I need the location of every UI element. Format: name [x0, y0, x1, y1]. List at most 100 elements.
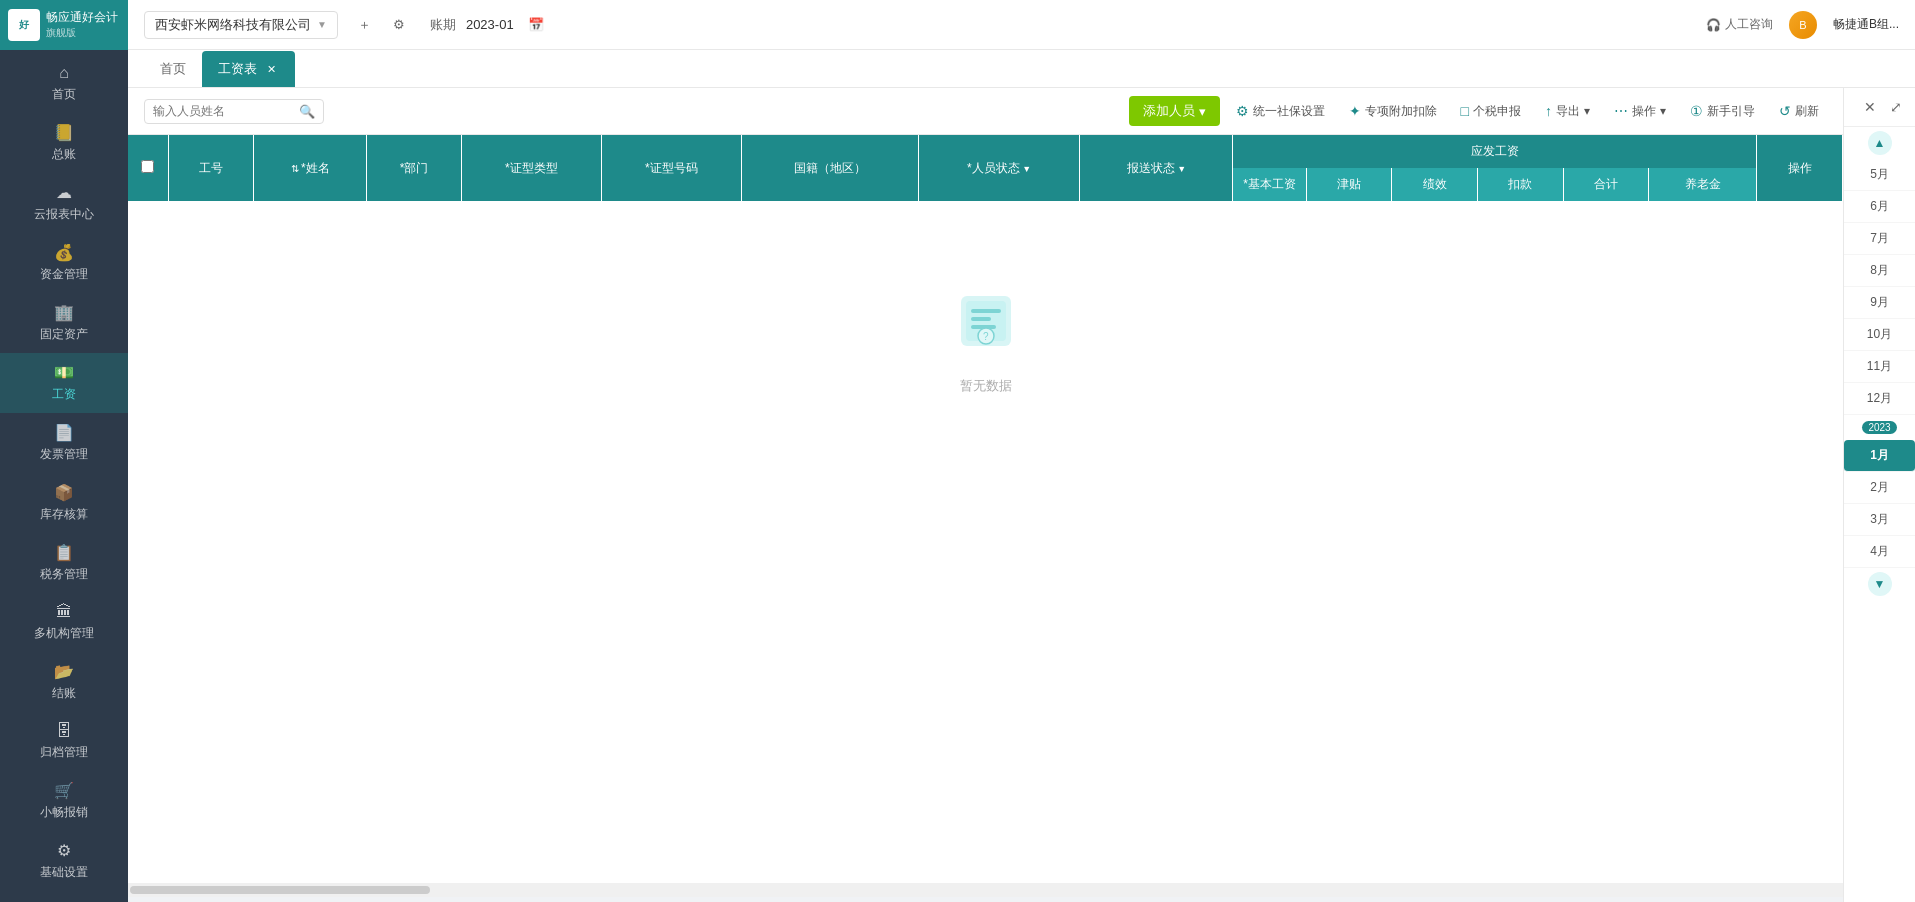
add-company-button[interactable]: ＋ [352, 12, 378, 38]
svg-text:?: ? [983, 331, 989, 342]
guide-button[interactable]: ① 新手引导 [1682, 99, 1763, 124]
current-year-badge: 2023 [1862, 421, 1896, 434]
date-item-2[interactable]: 2月 [1844, 472, 1915, 504]
th-id-num: *证型号码 [601, 135, 741, 201]
date-item-8[interactable]: 8月 [1844, 255, 1915, 287]
sidebar-item-固定资产[interactable]: 🏢 固定资产 [0, 293, 128, 353]
nav-icon: ⚙ [57, 841, 71, 860]
sidebar-item-结账[interactable]: 📂 结账 [0, 652, 128, 712]
guide-icon: ① [1690, 103, 1703, 119]
sidebar-item-基础设置[interactable]: ⚙ 基础设置 [0, 831, 128, 891]
logo-icon: 好 [8, 9, 40, 41]
operations-button[interactable]: ⋯ 操作 ▾ [1606, 99, 1674, 124]
date-down-button[interactable]: ▼ [1868, 572, 1892, 596]
tab-salary-label: 工资表 [218, 60, 257, 78]
settings-icon[interactable]: ⚙ [386, 12, 412, 38]
refresh-button[interactable]: ↺ 刷新 [1771, 99, 1827, 124]
th-report-status[interactable]: 报送状态 [1080, 135, 1233, 201]
sidebar-item-小畅报销[interactable]: 🛒 小畅报销 [0, 771, 128, 831]
search-wrap: 🔍 [144, 99, 324, 124]
sidebar-item-多机构管理[interactable]: 🏛 多机构管理 [0, 593, 128, 652]
tax-report-icon: □ [1461, 103, 1469, 119]
search-input[interactable] [153, 104, 293, 118]
nav-label: 小畅报销 [40, 804, 88, 821]
search-icon[interactable]: 🔍 [299, 104, 315, 119]
tabs-bar: 首页 工资表 ✕ [128, 50, 1915, 88]
app-version: 旗舰版 [46, 26, 118, 40]
nav-label: 结账 [52, 685, 76, 702]
nav-label: 发票管理 [40, 446, 88, 463]
sidebar: 好 畅应通好会计 旗舰版 ⌂ 首页 📒 总账 ☁ 云报表中心 💰 资金管理 🏢 … [0, 0, 128, 902]
sidebar-item-发票管理[interactable]: 📄 发票管理 [0, 413, 128, 473]
nav-label: 归档管理 [40, 744, 88, 761]
date-item-12[interactable]: 12月 [1844, 383, 1915, 415]
svg-rect-3 [971, 317, 991, 321]
sidebar-item-总账[interactable]: 📒 总账 [0, 113, 128, 173]
sidebar-item-资金管理[interactable]: 💰 资金管理 [0, 233, 128, 293]
nav-label: 总账 [52, 146, 76, 163]
scrollbar-thumb[interactable] [130, 886, 430, 894]
th-name[interactable]: *姓名 [254, 135, 367, 201]
nav-icon: 📒 [54, 123, 74, 142]
add-person-button[interactable]: 添加人员 ▾ [1129, 96, 1220, 126]
th-deduction: 扣款 [1478, 168, 1564, 201]
refresh-icon: ↺ [1779, 103, 1791, 119]
date-item-4[interactable]: 4月 [1844, 536, 1915, 568]
tab-home[interactable]: 首页 [144, 51, 202, 87]
operations-arrow-icon: ▾ [1660, 104, 1666, 118]
empty-state: ? 暂无数据 [128, 201, 1843, 475]
operations-icon: ⋯ [1614, 103, 1628, 119]
th-id: 工号 [168, 135, 254, 201]
nav-label: 基础设置 [40, 864, 88, 881]
date-item-6[interactable]: 6月 [1844, 191, 1915, 223]
social-security-settings-button[interactable]: ⚙ 统一社保设置 [1228, 99, 1333, 124]
sidebar-item-首页[interactable]: ⌂ 首页 [0, 54, 128, 113]
th-allowance: 津贴 [1306, 168, 1392, 201]
select-all-checkbox[interactable] [141, 160, 154, 173]
th-dept: *部门 [367, 135, 461, 201]
sidebar-item-税务管理[interactable]: 📋 税务管理 [0, 533, 128, 593]
salary-table: 工号 *姓名 *部门 *证型类型 *证型号码 国籍（地区） *人员状态 报送状态… [128, 135, 1843, 201]
horizontal-scrollbar[interactable] [128, 883, 1843, 897]
sidebar-item-新手引导[interactable]: 📖 新手引导 [0, 891, 128, 902]
date-up-button[interactable]: ▲ [1868, 131, 1892, 155]
tab-home-label: 首页 [160, 60, 186, 78]
date-item-3[interactable]: 3月 [1844, 504, 1915, 536]
service-button[interactable]: 🎧 人工咨询 [1706, 16, 1773, 33]
company-selector[interactable]: 西安虾米网络科技有限公司 ▼ [144, 11, 338, 39]
th-status[interactable]: *人员状态 [918, 135, 1080, 201]
nav-icon: ⌂ [59, 64, 69, 82]
app-header: 西安虾米网络科技有限公司 ▼ ＋ ⚙ 账期 2023-01 📅 🎧 人工咨询 B… [128, 0, 1915, 50]
sidebar-item-工资[interactable]: 💵 工资 [0, 353, 128, 413]
date-item-7[interactable]: 7月 [1844, 223, 1915, 255]
calendar-icon[interactable]: 📅 [528, 17, 544, 32]
special-deduction-button[interactable]: ✦ 专项附加扣除 [1341, 99, 1445, 124]
date-item-9[interactable]: 9月 [1844, 287, 1915, 319]
nav-icon: 🏢 [54, 303, 74, 322]
date-item-10[interactable]: 10月 [1844, 319, 1915, 351]
export-button[interactable]: ↑ 导出 ▾ [1537, 99, 1598, 124]
expand-panel-button[interactable]: ⤢ [1885, 96, 1907, 118]
date-item-11[interactable]: 11月 [1844, 351, 1915, 383]
table-scroll-area: 工号 *姓名 *部门 *证型类型 *证型号码 国籍（地区） *人员状态 报送状态… [128, 135, 1843, 897]
export-icon: ↑ [1545, 103, 1552, 119]
nav-label: 固定资产 [40, 326, 88, 343]
nav-icon: 💵 [54, 363, 74, 382]
app-logo: 好 畅应通好会计 旗舰版 [0, 0, 128, 50]
refresh-label: 刷新 [1795, 103, 1819, 120]
nav-icon: 🏛 [56, 603, 72, 621]
sidebar-item-归档管理[interactable]: 🗄 归档管理 [0, 712, 128, 771]
nav-label: 工资 [52, 386, 76, 403]
tab-salary[interactable]: 工资表 ✕ [202, 51, 295, 87]
th-nationality: 国籍（地区） [741, 135, 918, 201]
date-item-1-current[interactable]: 1月 [1844, 440, 1915, 472]
date-item-5[interactable]: 5月 [1844, 159, 1915, 191]
tax-report-button[interactable]: □ 个税申报 [1453, 99, 1529, 124]
sidebar-item-云报表中心[interactable]: ☁ 云报表中心 [0, 173, 128, 233]
content-area: 🔍 添加人员 ▾ ⚙ 统一社保设置 ✦ 专项附加扣除 [128, 88, 1915, 902]
sidebar-item-库存核算[interactable]: 📦 库存核算 [0, 473, 128, 533]
nav-icon: 🛒 [54, 781, 74, 800]
tab-salary-close-icon[interactable]: ✕ [263, 61, 279, 77]
close-panel-button[interactable]: ✕ [1859, 96, 1881, 118]
service-label: 人工咨询 [1725, 16, 1773, 33]
